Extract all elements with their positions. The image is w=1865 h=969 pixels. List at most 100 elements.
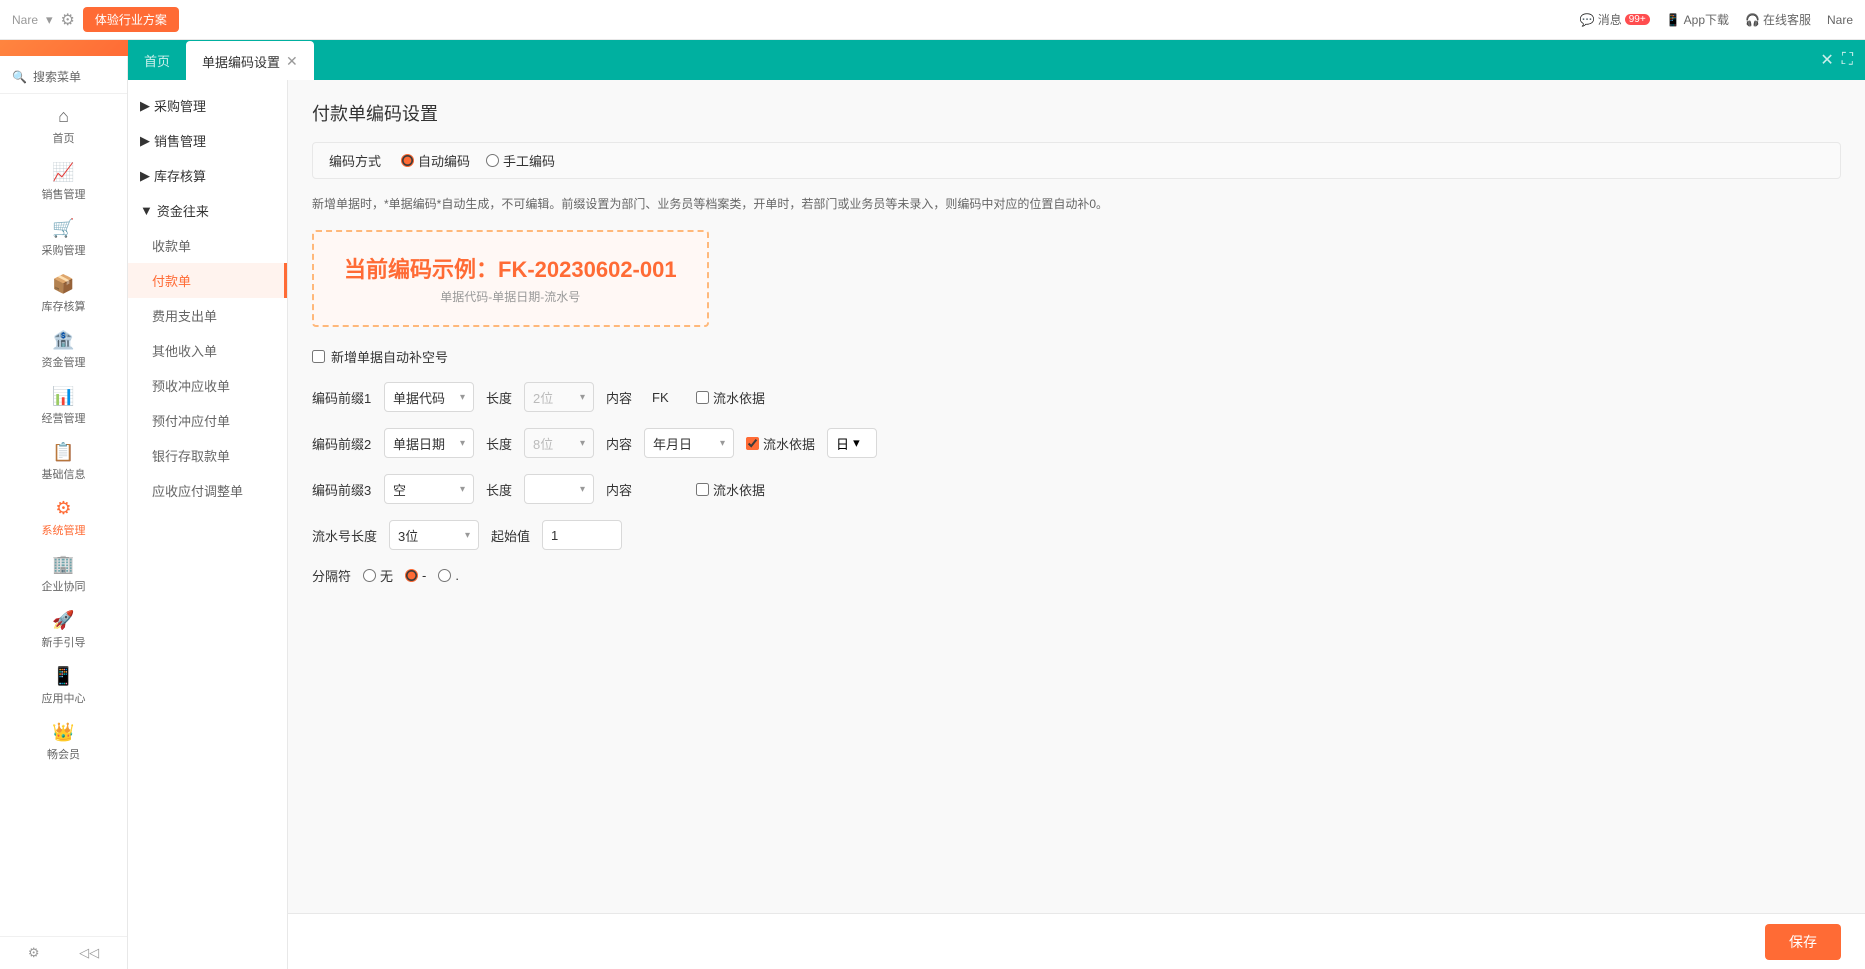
sidebar-item-bank-deposit[interactable]: 银行存取款单 [128,438,287,473]
chevron-down-icon: ▼ [140,203,153,218]
app-download[interactable]: 📱 App下载 [1666,11,1729,28]
collapse-icon[interactable]: ◁◁ [79,945,99,961]
sidebar-item-finance[interactable]: 🏦 资金管理 [0,322,127,378]
preview-label: 单据代码-单据日期-流水号 [344,288,677,305]
serial-chevron: ▾ [465,530,470,541]
sidebar-item-receipt[interactable]: 收款单 [128,228,287,263]
app-icon: 📱 [1666,13,1681,27]
day-chevron: ▾ [853,435,860,451]
dropdown-icon[interactable]: ▾ [46,12,53,28]
sidebar-group-capital[interactable]: ▼ 资金往来 [128,193,287,228]
minimize-icon[interactable]: ✕ [1820,50,1833,70]
home-icon: ⌂ [58,106,69,127]
encode-method-row: 编码方式 自动编码 手工编码 [312,142,1841,179]
sales-icon: 📈 [52,162,74,183]
sidebar-group-purchase[interactable]: ▶ 采购管理 [128,88,287,123]
auto-fill-checkbox[interactable] [312,350,325,363]
flow1-checkbox[interactable] [696,391,709,404]
search-menu[interactable]: 🔍 搜索菜单 [0,60,127,94]
message-label: 消息 [1598,11,1622,28]
left-sidebar: 畅捷通好生意拓版 🔍 搜索菜单 ⌂ 首页 📈 销售管理 🛒 采购管理 📦 库存核… [0,0,128,969]
sidebar-item-sales[interactable]: 📈 销售管理 [0,154,127,210]
message-area[interactable]: 💬 消息 99+ [1580,11,1650,28]
sidebar-item-member[interactable]: 👑 畅会员 [0,714,127,770]
serial-select[interactable]: 3位 ▾ [389,520,479,550]
sep-dash[interactable]: - [405,568,426,583]
start-input[interactable] [542,520,622,550]
settings-icon[interactable]: ⚙ [61,10,75,30]
content3-label: 内容 [606,480,632,499]
preview-box: 当前编码示例：FK-20230602-001 单据代码-单据日期-流水号 [312,230,709,327]
trial-button[interactable]: 体验行业方案 [83,7,179,32]
top-bar: Nare ▾ ⚙ 体验行业方案 💬 消息 99+ 📱 App下载 🎧 在线客服 … [0,0,1865,40]
prefix1-select[interactable]: 单据代码 ▾ [384,382,474,412]
tab-bar: 首页 单据编码设置 ✕ ✕ ⛶ [128,40,1865,80]
sidebar-item-apps[interactable]: 📱 应用中心 [0,658,127,714]
sidebar-item-ap-adjust[interactable]: 应收应付调整单 [128,473,287,508]
content1-label: 内容 [606,388,632,407]
sidebar-item-enterprise[interactable]: 🏢 企业协同 [0,546,127,602]
message-badge: 99+ [1625,14,1650,25]
prefix3-select[interactable]: 空 ▾ [384,474,474,504]
purchase-icon: 🛒 [52,218,74,239]
prefix2-label: 编码前缀2 [312,434,372,453]
flow2-checkbox-group: 流水依据 [746,434,815,453]
radio-auto[interactable]: 自动编码 [401,151,470,170]
content3-value [644,485,684,493]
online-service[interactable]: 🎧 在线客服 [1745,11,1811,28]
sidebar-item-home[interactable]: ⌂ 首页 [0,98,127,154]
sep-dot[interactable]: . [438,568,459,583]
maximize-icon[interactable]: ⛶ [1842,51,1853,69]
settings-bottom-icon[interactable]: ⚙ [28,945,40,961]
enterprise-icon: 🏢 [52,554,74,575]
length3-select[interactable]: ▾ [524,474,594,504]
chevron-right-icon: ▶ [140,98,150,114]
prefix1-label: 编码前缀1 [312,388,372,407]
content-area: ▶ 采购管理 ▶ 销售管理 ▶ 库存核算 ▼ 资金往来 收款单 付款单 费用支出… [128,80,1865,969]
search-icon: 🔍 [12,70,27,84]
serial-label: 流水号长度 [312,526,377,545]
sidebar-item-prepay-pay[interactable]: 预付冲应付单 [128,403,287,438]
prefix3-chevron: ▾ [460,484,465,495]
apps-icon: 📱 [52,666,74,687]
sidebar-item-purchase[interactable]: 🛒 采购管理 [0,210,127,266]
top-bar-left: Nare ▾ ⚙ 体验行业方案 [12,7,179,32]
sidebar-item-system[interactable]: ⚙ 系统管理 [0,490,127,546]
tab-close-icon[interactable]: ✕ [286,53,298,70]
sidebar-item-inventory[interactable]: 📦 库存核算 [0,266,127,322]
sidebar-group-inventory[interactable]: ▶ 库存核算 [128,158,287,193]
flow2-checkbox[interactable] [746,437,759,450]
prefix2-select[interactable]: 单据日期 ▾ [384,428,474,458]
username[interactable]: Nare [1827,13,1853,27]
save-button[interactable]: 保存 [1765,924,1841,960]
sidebar-group-sales[interactable]: ▶ 销售管理 [128,123,287,158]
prefix-row-1: 编码前缀1 单据代码 ▾ 长度 2位 ▾ 内容 FK 流水依据 [312,382,1841,412]
sidebar-item-prepay-receive[interactable]: 预收冲应收单 [128,368,287,403]
content2-select[interactable]: 年月日 ▾ [644,428,734,458]
length3-label: 长度 [486,480,512,499]
sidebar-item-basic[interactable]: 📋 基础信息 [0,434,127,490]
second-sidebar: ▶ 采购管理 ▶ 销售管理 ▶ 库存核算 ▼ 资金往来 收款单 付款单 费用支出… [128,80,288,969]
prefix2-chevron: ▾ [460,438,465,449]
day-select[interactable]: 日 ▾ [827,428,877,458]
content2-chevron: ▾ [720,438,725,449]
sidebar-item-expense[interactable]: 费用支出单 [128,298,287,333]
page-title: 付款单编码设置 [312,100,1841,126]
radio-manual[interactable]: 手工编码 [486,151,555,170]
sidebar-item-operations[interactable]: 📊 经营管理 [0,378,127,434]
sep-none[interactable]: 无 [363,566,393,585]
length2-select: 8位 ▾ [524,428,594,458]
top-bar-right: 💬 消息 99+ 📱 App下载 🎧 在线客服 Nare [1580,11,1853,28]
sidebar-item-guide[interactable]: 🚀 新手引导 [0,602,127,658]
sidebar-item-other-income[interactable]: 其他收入单 [128,333,287,368]
tab-settings[interactable]: 单据编码设置 ✕ [186,41,314,81]
info-text: 新增单据时，*单据编码*自动生成，不可编辑。前缀设置为部门、业务员等档案类，开单… [312,195,1841,214]
tab-home[interactable]: 首页 [128,40,186,80]
prefix-row-2: 编码前缀2 单据日期 ▾ 长度 8位 ▾ 内容 年月日 ▾ [312,428,1841,458]
encode-radio-group: 自动编码 手工编码 [401,151,555,170]
sidebar-item-payment[interactable]: 付款单 [128,263,287,298]
flow3-checkbox[interactable] [696,483,709,496]
sep-label: 分隔符 [312,566,351,585]
serial-row: 流水号长度 3位 ▾ 起始值 [312,520,1841,550]
encode-method-label: 编码方式 [329,151,381,170]
